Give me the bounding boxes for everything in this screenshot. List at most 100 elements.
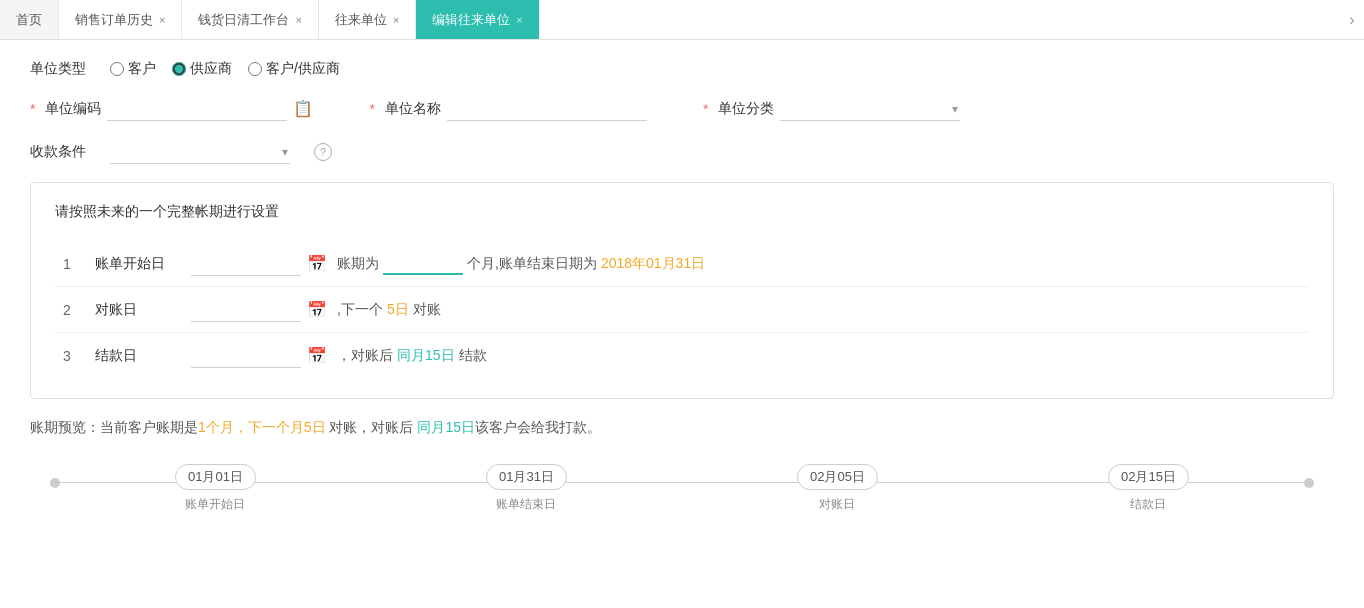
- category-field-group: * 单位分类 未分类 ▾: [703, 96, 960, 121]
- row-num-2: 2: [55, 302, 79, 318]
- row-1-date-group: 2018-01-01 📅: [191, 251, 321, 276]
- timeline-badge-1: 01月01日: [175, 464, 256, 490]
- tab-home[interactable]: 首页: [0, 0, 59, 39]
- row-1-desc-after: 个月,账单结束日期为: [467, 255, 597, 273]
- tab-edit-partner-label: 编辑往来单位: [432, 11, 510, 29]
- preview-label: 账期预览：当前客户账期是: [30, 419, 198, 435]
- row-2-date-group: 2018-02-05 📅: [191, 297, 321, 322]
- tab-cash-work[interactable]: 钱货日清工作台 ×: [182, 0, 318, 39]
- row-3-after: 结款: [459, 347, 487, 365]
- unit-type-row: 单位类型 客户 供应商 客户/供应商: [30, 60, 1334, 78]
- radio-customer-input[interactable]: [110, 62, 124, 76]
- row-3-calendar-icon[interactable]: 📅: [307, 346, 327, 365]
- code-required-mark: *: [30, 101, 35, 117]
- row-3-desc: ，对账后 同月15日 结款: [337, 347, 1309, 365]
- timeline-points: 01月01日 账单开始日 01月31日 账单结束日 02月05日 对账日 02月…: [60, 464, 1304, 513]
- category-arrow-icon: ▾: [952, 102, 958, 116]
- payment-dropdown[interactable]: 月结 ▾: [110, 139, 290, 164]
- radio-supplier[interactable]: 供应商: [172, 60, 232, 78]
- timeline-badge-2: 01月31日: [486, 464, 567, 490]
- timeline-section: 01月01日 账单开始日 01月31日 账单结束日 02月05日 对账日 02月…: [30, 464, 1334, 513]
- preview-part3: 同月15日: [417, 419, 475, 435]
- code-label: 单位编码: [45, 100, 101, 118]
- preview-mid: 对账，对账后: [326, 419, 418, 435]
- row-2-comma: ,下一个: [337, 301, 383, 319]
- timeline-point-3: 02月05日 对账日: [797, 464, 878, 513]
- tab-cash-work-label: 钱货日清工作台: [198, 11, 289, 29]
- tab-bar: 首页 销售订单历史 × 钱货日清工作台 × 往来单位 × 编辑往来单位 × ›: [0, 0, 1364, 40]
- radio-supplier-input[interactable]: [172, 62, 186, 76]
- tab-edit-partner[interactable]: 编辑往来单位 ×: [416, 0, 539, 39]
- row-3-date-group: 2018-02-15 📅: [191, 343, 321, 368]
- timeline-badge-4: 02月15日: [1108, 464, 1189, 490]
- period-table: 1 账单开始日 2018-01-01 📅 账期为 1 个月,账单结束日期为 20…: [55, 241, 1309, 378]
- payment-arrow-icon: ▾: [282, 145, 288, 159]
- tab-sales-history-close[interactable]: ×: [159, 14, 165, 26]
- code-input[interactable]: 000001: [107, 96, 287, 121]
- row-label-2: 对账日: [95, 301, 175, 319]
- row-2-calendar-icon[interactable]: 📅: [307, 300, 327, 319]
- code-copy-icon[interactable]: 📋: [293, 99, 313, 118]
- radio-both-input[interactable]: [248, 62, 262, 76]
- row-2-desc: ,下一个5日 对账: [337, 301, 1309, 319]
- row-num-1: 1: [55, 256, 79, 272]
- timeline-label-4: 结款日: [1130, 496, 1166, 513]
- name-input[interactable]: 河南供应商22: [447, 96, 647, 121]
- row-1-date-input[interactable]: 2018-01-01: [191, 251, 301, 276]
- row-2-date-input[interactable]: 2018-02-05: [191, 297, 301, 322]
- preview-end: 该客户会给我打款。: [475, 419, 601, 435]
- radio-customer[interactable]: 客户: [110, 60, 156, 78]
- tab-partner-label: 往来单位: [335, 11, 387, 29]
- tab-sales-history-label: 销售订单历史: [75, 11, 153, 29]
- radio-customer-label: 客户: [128, 60, 156, 78]
- period-section: 请按照未来的一个完整帐期进行设置 1 账单开始日 2018-01-01 📅 账期…: [30, 182, 1334, 399]
- unit-type-label: 单位类型: [30, 60, 86, 78]
- row-label-3: 结款日: [95, 347, 175, 365]
- unit-type-radio-group: 客户 供应商 客户/供应商: [110, 60, 340, 78]
- timeline-point-4: 02月15日 结款日: [1108, 464, 1189, 513]
- category-dropdown[interactable]: 未分类 ▾: [780, 96, 960, 121]
- timeline-dot-left: [50, 478, 60, 488]
- row-3-highlight2: 同月15日: [397, 347, 455, 365]
- payment-row: 收款条件 月结 ▾ ?: [30, 139, 1334, 164]
- tab-partner[interactable]: 往来单位 ×: [319, 0, 416, 39]
- tab-expand-button[interactable]: ›: [1340, 0, 1364, 39]
- name-label: 单位名称: [385, 100, 441, 118]
- payment-label: 收款条件: [30, 143, 86, 161]
- category-input[interactable]: 未分类: [780, 96, 960, 121]
- row-1-calendar-icon[interactable]: 📅: [307, 254, 327, 273]
- category-label: 单位分类: [718, 100, 774, 118]
- tab-cash-work-close[interactable]: ×: [295, 14, 301, 26]
- row-num-3: 3: [55, 348, 79, 364]
- name-required-mark: *: [369, 101, 374, 117]
- row-2-highlight1: 5日: [387, 301, 409, 319]
- preview-text: 账期预览：当前客户账期是1个月，下一个月5日 对账，对账后 同月15日该客户会给…: [30, 415, 1334, 440]
- row-1-period-input[interactable]: 1: [383, 253, 463, 275]
- payment-input[interactable]: 月结: [110, 139, 290, 164]
- preview-part2: 下一个月5日: [248, 419, 326, 435]
- row-1-highlight: 2018年01月31日: [601, 255, 705, 273]
- payment-help-icon[interactable]: ?: [314, 143, 332, 161]
- table-row: 3 结款日 2018-02-15 📅 ，对账后 同月15日 结款: [55, 333, 1309, 378]
- radio-both[interactable]: 客户/供应商: [248, 60, 340, 78]
- tab-partner-close[interactable]: ×: [393, 14, 399, 26]
- row-1-desc: 账期为 1 个月,账单结束日期为 2018年01月31日: [337, 253, 1309, 275]
- row-3-date-input[interactable]: 2018-02-15: [191, 343, 301, 368]
- row-1-desc-before: 账期为: [337, 255, 379, 273]
- timeline-badge-3: 02月05日: [797, 464, 878, 490]
- timeline-label-3: 对账日: [819, 496, 855, 513]
- row-2-after: 对账: [413, 301, 441, 319]
- code-field-group: * 单位编码 000001 📋: [30, 96, 313, 121]
- table-row: 1 账单开始日 2018-01-01 📅 账期为 1 个月,账单结束日期为 20…: [55, 241, 1309, 287]
- tab-home-label: 首页: [16, 11, 42, 29]
- name-field-group: * 单位名称 河南供应商22: [369, 96, 646, 121]
- timeline-point-2: 01月31日 账单结束日: [486, 464, 567, 513]
- tab-edit-partner-close[interactable]: ×: [516, 14, 522, 26]
- preview-part1: 1个月，: [198, 419, 248, 435]
- timeline-dot-right: [1304, 478, 1314, 488]
- category-required-mark: *: [703, 101, 708, 117]
- timeline-point-1: 01月01日 账单开始日: [175, 464, 256, 513]
- row-3-comma: ，对账后: [337, 347, 393, 365]
- tab-sales-history[interactable]: 销售订单历史 ×: [59, 0, 182, 39]
- main-content: 单位类型 客户 供应商 客户/供应商 * 单位编码 000001 📋 *: [0, 40, 1364, 608]
